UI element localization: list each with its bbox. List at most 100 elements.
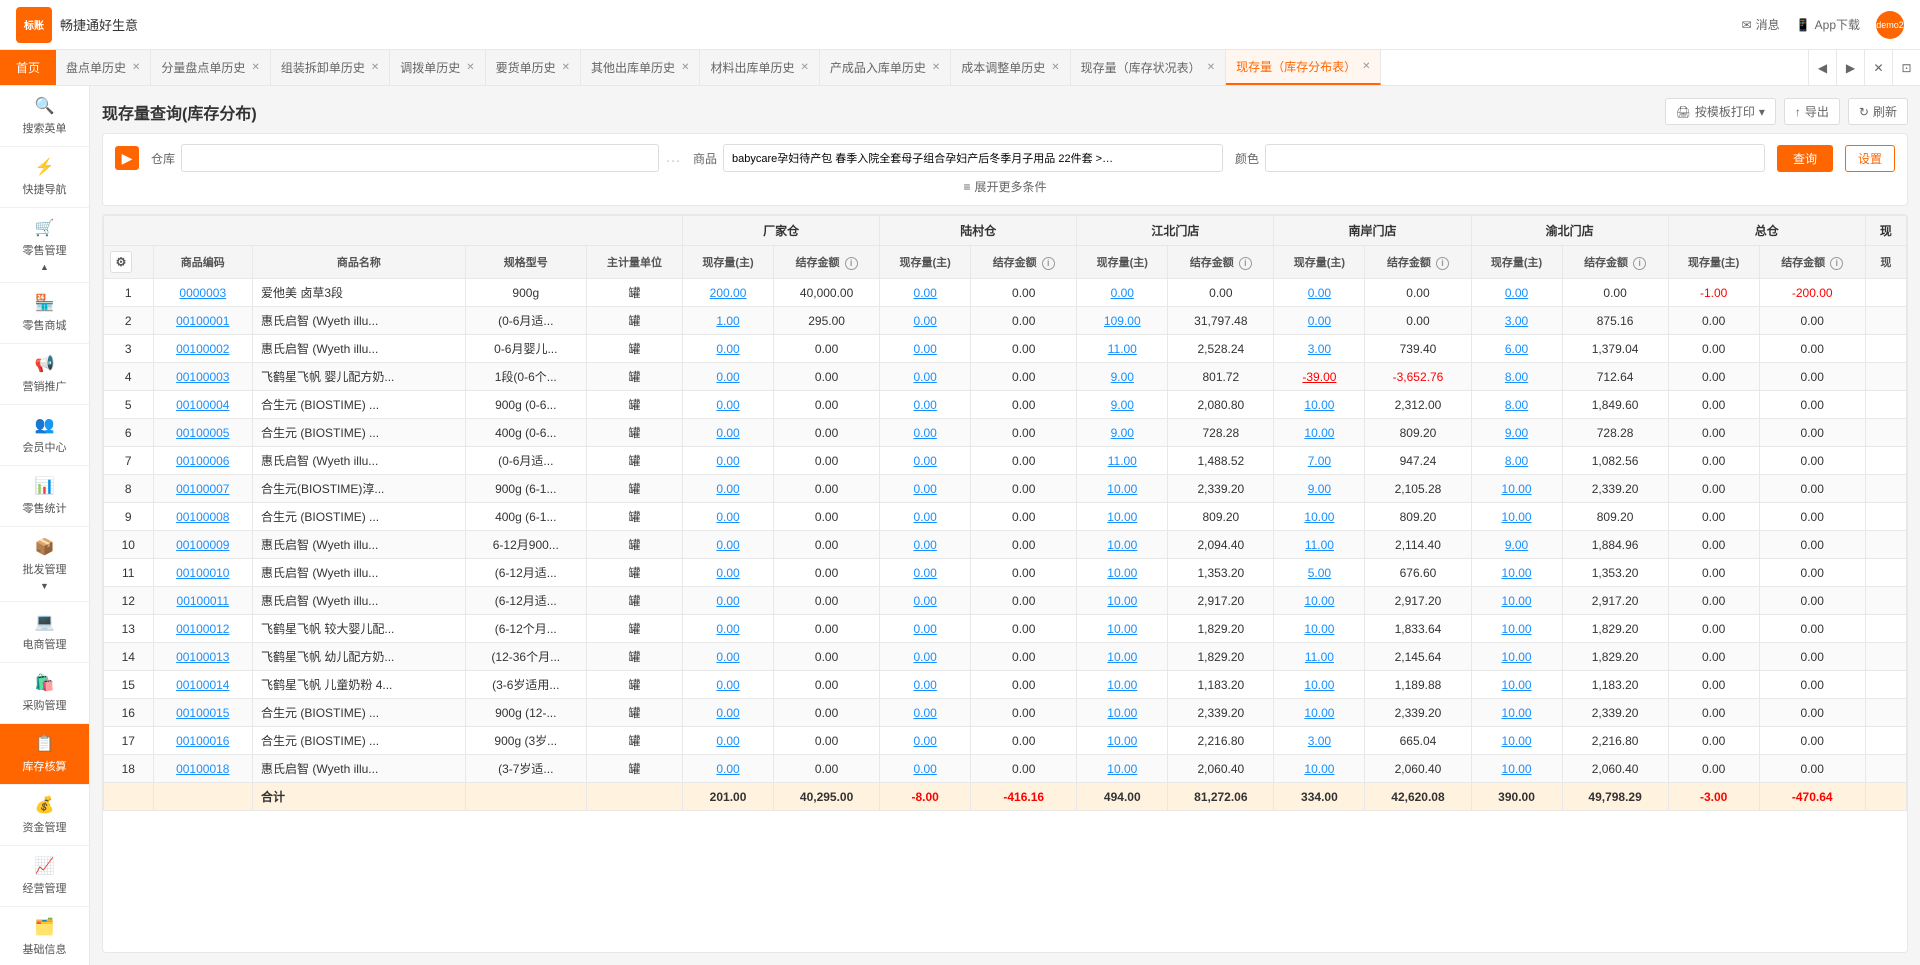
- table-cell[interactable]: 00100010: [153, 559, 253, 587]
- table-cell[interactable]: 0.00: [683, 615, 774, 643]
- table-cell[interactable]: 10.00: [1471, 727, 1562, 755]
- table-cell[interactable]: 00100014: [153, 671, 253, 699]
- table-cell[interactable]: 00100012: [153, 615, 253, 643]
- table-cell[interactable]: 0.00: [880, 363, 971, 391]
- table-cell[interactable]: 8.00: [1471, 391, 1562, 419]
- tab-transfer[interactable]: 调拨单历史 ✕: [390, 50, 485, 85]
- tab-cost-adjust[interactable]: 成本调整单历史 ✕: [951, 50, 1070, 85]
- table-cell[interactable]: 10.00: [1274, 419, 1365, 447]
- table-cell[interactable]: 0.00: [683, 587, 774, 615]
- expand-conditions-btn[interactable]: ≡ 展开更多条件: [115, 178, 1895, 195]
- table-cell[interactable]: 0.00: [683, 447, 774, 475]
- table-cell[interactable]: 10.00: [1077, 587, 1168, 615]
- tab-purchase[interactable]: 要货单历史 ✕: [486, 50, 581, 85]
- table-cell[interactable]: 10.00: [1274, 615, 1365, 643]
- table-cell[interactable]: 10.00: [1077, 699, 1168, 727]
- table-cell[interactable]: 0.00: [683, 335, 774, 363]
- table-cell[interactable]: 9.00: [1077, 391, 1168, 419]
- table-cell[interactable]: 0.00: [683, 699, 774, 727]
- table-cell[interactable]: 00100009: [153, 531, 253, 559]
- table-cell[interactable]: 00100011: [153, 587, 253, 615]
- table-cell[interactable]: 00100018: [153, 755, 253, 783]
- table-cell[interactable]: 00100001: [153, 307, 253, 335]
- table-cell[interactable]: 7.00: [1274, 447, 1365, 475]
- tab-close-icon[interactable]: ✕: [132, 62, 140, 73]
- table-cell[interactable]: 10.00: [1471, 503, 1562, 531]
- table-cell[interactable]: 9.00: [1274, 475, 1365, 503]
- tab-material-out[interactable]: 材料出库单历史 ✕: [700, 50, 819, 85]
- table-cell[interactable]: 10.00: [1471, 475, 1562, 503]
- table-cell[interactable]: 0.00: [880, 727, 971, 755]
- info-icon[interactable]: i: [1239, 257, 1252, 270]
- user-profile-btn[interactable]: demo2: [1876, 11, 1904, 39]
- table-cell[interactable]: 10.00: [1077, 755, 1168, 783]
- sidebar-item-search[interactable]: 🔍 搜索英单: [0, 86, 89, 147]
- table-cell[interactable]: 10.00: [1077, 531, 1168, 559]
- tab-inventory[interactable]: 盘点单历史 ✕: [56, 50, 151, 85]
- table-cell[interactable]: 00100002: [153, 335, 253, 363]
- table-cell[interactable]: 3.00: [1471, 307, 1562, 335]
- table-cell[interactable]: 00100004: [153, 391, 253, 419]
- table-cell[interactable]: 3.00: [1274, 727, 1365, 755]
- sidebar-item-shortcut[interactable]: ⚡ 快捷导航: [0, 147, 89, 208]
- messages-btn[interactable]: ✉ 消息: [1742, 16, 1780, 33]
- table-cell[interactable]: 10.00: [1471, 587, 1562, 615]
- table-cell[interactable]: 10.00: [1077, 559, 1168, 587]
- sidebar-item-operations[interactable]: 📈 经营管理: [0, 846, 89, 907]
- sidebar-item-basics[interactable]: 🗂️ 基础信息: [0, 907, 89, 965]
- table-cell[interactable]: 10.00: [1077, 643, 1168, 671]
- tab-assembly[interactable]: 组装拆卸单历史 ✕: [271, 50, 390, 85]
- table-cell[interactable]: 10.00: [1471, 699, 1562, 727]
- table-cell[interactable]: 0.00: [880, 503, 971, 531]
- table-cell[interactable]: 10.00: [1471, 671, 1562, 699]
- table-cell[interactable]: 0.00: [683, 503, 774, 531]
- table-cell[interactable]: 00100016: [153, 727, 253, 755]
- sidebar-item-members[interactable]: 👥 会员中心: [0, 405, 89, 466]
- sidebar-item-retail-stats[interactable]: 📊 零售统计: [0, 466, 89, 527]
- table-cell[interactable]: 10.00: [1274, 699, 1365, 727]
- table-cell[interactable]: 00100015: [153, 699, 253, 727]
- table-cell[interactable]: 109.00: [1077, 307, 1168, 335]
- table-cell[interactable]: 11.00: [1274, 531, 1365, 559]
- color-input[interactable]: [1265, 144, 1765, 172]
- table-cell[interactable]: 0.00: [1274, 279, 1365, 307]
- table-cell[interactable]: 9.00: [1471, 531, 1562, 559]
- tab-home[interactable]: 首页: [0, 50, 56, 85]
- table-cell[interactable]: 00100013: [153, 643, 253, 671]
- settings-btn[interactable]: 设置: [1845, 145, 1895, 172]
- tab-close-icon[interactable]: ✕: [1362, 61, 1370, 72]
- table-cell[interactable]: 00100008: [153, 503, 253, 531]
- sidebar-item-inventory-mgmt[interactable]: 📋 库存核算: [0, 724, 89, 785]
- table-cell[interactable]: 00100007: [153, 475, 253, 503]
- table-cell[interactable]: 10.00: [1471, 643, 1562, 671]
- table-cell[interactable]: 0.00: [880, 587, 971, 615]
- table-cell[interactable]: 10.00: [1274, 755, 1365, 783]
- table-cell[interactable]: 9.00: [1077, 419, 1168, 447]
- table-cell[interactable]: 1.00: [683, 307, 774, 335]
- tab-splitcount[interactable]: 分量盘点单历史 ✕: [151, 50, 270, 85]
- table-cell[interactable]: 0.00: [683, 643, 774, 671]
- info-icon[interactable]: i: [1042, 257, 1055, 270]
- table-cell[interactable]: 0.00: [1077, 279, 1168, 307]
- info-icon[interactable]: i: [1633, 257, 1646, 270]
- table-cell[interactable]: 0.00: [683, 531, 774, 559]
- table-cell[interactable]: 0.00: [880, 419, 971, 447]
- table-cell[interactable]: 0.00: [683, 475, 774, 503]
- table-cell[interactable]: -39.00: [1274, 363, 1365, 391]
- table-cell[interactable]: 00100005: [153, 419, 253, 447]
- sidebar-item-wholesale[interactable]: 📦 批发管理 ▼: [0, 527, 89, 602]
- table-cell[interactable]: 0.00: [880, 531, 971, 559]
- export-btn[interactable]: ↑ 导出: [1784, 98, 1840, 125]
- print-btn[interactable]: 🖨 按模板打印 ▾: [1665, 98, 1776, 125]
- table-cell[interactable]: 10.00: [1274, 587, 1365, 615]
- table-cell[interactable]: 10.00: [1471, 755, 1562, 783]
- table-cell[interactable]: 0.00: [880, 755, 971, 783]
- table-cell[interactable]: 11.00: [1077, 447, 1168, 475]
- col-settings-btn[interactable]: ⚙: [110, 251, 132, 273]
- table-cell[interactable]: 0.00: [880, 447, 971, 475]
- sidebar-item-marketing[interactable]: 📢 营销推广: [0, 344, 89, 405]
- tab-other-out[interactable]: 其他出库单历史 ✕: [581, 50, 700, 85]
- tab-expand-btn[interactable]: ⊡: [1892, 50, 1920, 86]
- table-cell[interactable]: 0.00: [880, 615, 971, 643]
- table-cell[interactable]: 0.00: [1274, 307, 1365, 335]
